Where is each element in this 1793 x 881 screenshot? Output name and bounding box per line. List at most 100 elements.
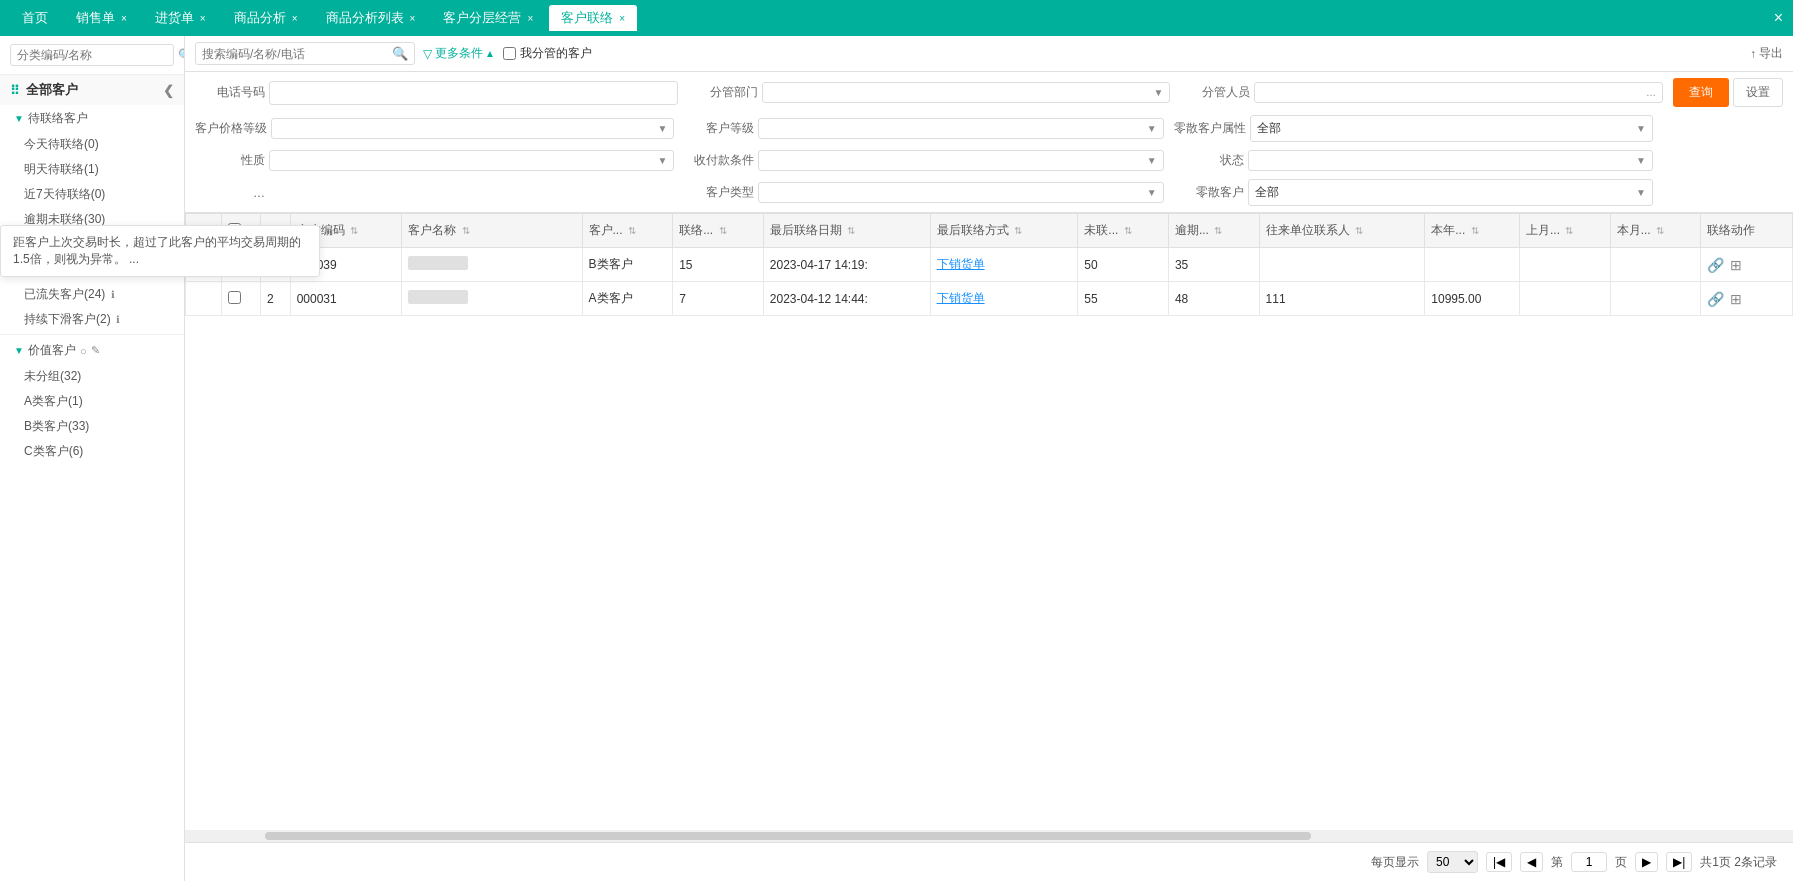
filter-price-select[interactable]: ▼ <box>271 118 674 139</box>
edit-value-group-icon[interactable]: ○ <box>80 345 87 357</box>
prev-page-btn[interactable]: ◀ <box>1520 852 1543 872</box>
sidebar-group-pending[interactable]: ▼ 待联络客户 <box>0 105 184 132</box>
next-page-btn[interactable]: ▶ <box>1635 852 1658 872</box>
close-analysis-icon[interactable]: × <box>292 13 298 24</box>
close-purchase-icon[interactable]: × <box>200 13 206 24</box>
sidebar-item-c-class[interactable]: C类客户(6) <box>0 439 184 464</box>
query-button[interactable]: 查询 <box>1673 78 1729 107</box>
action-grid-icon-2[interactable]: ⊞ <box>1730 291 1742 307</box>
close-customer-contact-icon[interactable]: × <box>619 13 625 24</box>
sidebar-item-unsorted[interactable]: 未分组(32) <box>0 364 184 389</box>
filter-dept-select[interactable]: ▼ <box>762 82 1171 103</box>
cell-code-2: 000031 <box>290 282 402 316</box>
sort-type-icon[interactable]: ⇅ <box>628 225 636 236</box>
sort-contact-icon[interactable]: ⇅ <box>719 225 727 236</box>
sort-name-icon[interactable]: ⇅ <box>462 225 470 236</box>
action-grid-icon-1[interactable]: ⊞ <box>1730 257 1742 273</box>
tab-sales[interactable]: 销售单 × <box>64 5 139 31</box>
first-page-btn[interactable]: |◀ <box>1486 852 1512 872</box>
tab-analysis[interactable]: 商品分析 × <box>222 5 310 31</box>
add-value-group-icon[interactable]: ✎ <box>91 344 100 357</box>
sort-last-method-icon[interactable]: ⇅ <box>1014 225 1022 236</box>
filter-retail-attr-select[interactable]: 全部 ▼ <box>1250 115 1653 142</box>
sort-last-date-icon[interactable]: ⇅ <box>847 225 855 236</box>
sidebar-item-today[interactable]: 今天待联络(0) <box>0 132 184 157</box>
last-page-btn[interactable]: ▶| <box>1666 852 1692 872</box>
sort-code-icon[interactable]: ⇅ <box>350 225 358 236</box>
sort-this-month-icon[interactable]: ⇅ <box>1656 225 1664 236</box>
filter-payment-select[interactable]: ▼ <box>758 150 1163 171</box>
sidebar-item-declining[interactable]: 持续下滑客户(2) ℹ <box>0 307 184 332</box>
sidebar-search-input[interactable] <box>10 44 174 66</box>
sidebar-group-value[interactable]: ▼ 价值客户 ○ ✎ <box>0 337 184 364</box>
col-last-method[interactable]: 最后联络方式 ⇅ <box>930 214 1078 248</box>
col-last-month[interactable]: 上月... ⇅ <box>1519 214 1610 248</box>
col-overdue[interactable]: 逾期... ⇅ <box>1168 214 1259 248</box>
filter-search-icon[interactable]: 🔍 <box>392 46 408 61</box>
filter-manager-select[interactable]: … <box>1254 82 1663 103</box>
cell-last-method-1[interactable]: 下销货单 <box>930 248 1078 282</box>
scrollbar-thumb[interactable] <box>265 832 1310 840</box>
filter-phone: 电话号码 <box>195 81 678 105</box>
tab-home[interactable]: 首页 <box>10 5 60 31</box>
sort-unpaid-icon[interactable]: ⇅ <box>1124 225 1132 236</box>
col-last-date[interactable]: 最后联络日期 ⇅ <box>763 214 930 248</box>
action-link-icon-2[interactable]: 🔗 <box>1707 291 1724 307</box>
filter-search-box: 🔍 <box>195 42 415 65</box>
row2-checkbox[interactable] <box>228 291 241 304</box>
tab-customer-contact[interactable]: 客户联络 × <box>549 5 637 31</box>
chevron-price-icon: ▼ <box>657 123 667 134</box>
horizontal-scrollbar[interactable] <box>185 830 1793 842</box>
filter-phone-input[interactable] <box>269 81 678 105</box>
col-this-year[interactable]: 本年... ⇅ <box>1425 214 1520 248</box>
more-conditions-btn[interactable]: ▽ 更多条件 ▲ <box>423 45 495 62</box>
filter-cust-type-select[interactable]: ▼ <box>758 182 1163 203</box>
filter-dots-label: … <box>195 186 265 200</box>
sidebar-search-icon[interactable]: 🔍 <box>178 48 185 62</box>
last-method-link-1[interactable]: 下销货单 <box>937 257 985 271</box>
sort-past-contact-icon[interactable]: ⇅ <box>1355 225 1363 236</box>
action-link-icon-1[interactable]: 🔗 <box>1707 257 1724 273</box>
col-type[interactable]: 客户... ⇅ <box>582 214 673 248</box>
tooltip-more-btn[interactable]: ... <box>129 252 139 266</box>
filter-search-input[interactable] <box>202 47 392 61</box>
col-this-month[interactable]: 本月... ⇅ <box>1610 214 1701 248</box>
filter-status-select[interactable]: ▼ <box>1248 150 1653 171</box>
sort-this-year-icon[interactable]: ⇅ <box>1471 225 1479 236</box>
filter-gender-select[interactable]: ▼ <box>269 150 674 171</box>
cell-last-method-2[interactable]: 下销货单 <box>930 282 1078 316</box>
filter-retail-cust-select[interactable]: 全部 ▼ <box>1248 179 1653 206</box>
settings-button[interactable]: 设置 <box>1733 78 1783 107</box>
tab-customer-mgmt[interactable]: 客户分层经营 × <box>431 5 545 31</box>
sort-last-month-icon[interactable]: ⇅ <box>1565 225 1573 236</box>
info-icon-declining[interactable]: ℹ <box>116 314 120 325</box>
app-close-button[interactable]: × <box>1774 9 1783 27</box>
sidebar-item-b-class[interactable]: B类客户(33) <box>0 414 184 439</box>
collapse-sidebar-icon[interactable]: ❮ <box>163 83 174 98</box>
grid-icon: ⠿ <box>10 83 20 98</box>
col-name[interactable]: 客户名称 ⇅ <box>402 214 582 248</box>
col-contact[interactable]: 联络... ⇅ <box>673 214 764 248</box>
export-button[interactable]: ↑ 导出 <box>1750 45 1783 62</box>
close-customer-mgmt-icon[interactable]: × <box>527 13 533 24</box>
chevron-dept-icon: ▼ <box>1153 87 1163 98</box>
page-input[interactable] <box>1571 852 1607 872</box>
close-analysis-list-icon[interactable]: × <box>410 13 416 24</box>
col-unpaid[interactable]: 未联... ⇅ <box>1078 214 1169 248</box>
tab-purchase[interactable]: 进货单 × <box>143 5 218 31</box>
cell-checkbox-2[interactable] <box>222 282 261 316</box>
per-page-select[interactable]: 50 20 100 <box>1427 851 1478 873</box>
filter-cust-level-select[interactable]: ▼ <box>758 118 1163 139</box>
sidebar-item-a-class[interactable]: A类客户(1) <box>0 389 184 414</box>
sort-overdue-icon[interactable]: ⇅ <box>1214 225 1222 236</box>
tab-analysis-list[interactable]: 商品分析列表 × <box>314 5 428 31</box>
close-sales-icon[interactable]: × <box>121 13 127 24</box>
my-customer-checkbox[interactable] <box>503 47 516 60</box>
sidebar-item-tomorrow[interactable]: 明天待联络(1) <box>0 157 184 182</box>
sidebar-item-lost[interactable]: 已流失客户(24) ℹ <box>0 282 184 307</box>
col-past-contact[interactable]: 往来单位联系人 ⇅ <box>1259 214 1425 248</box>
sidebar-item-near7[interactable]: 近7天待联络(0) <box>0 182 184 207</box>
last-method-link-2[interactable]: 下销货单 <box>937 291 985 305</box>
top-nav: 首页 销售单 × 进货单 × 商品分析 × 商品分析列表 × 客户分层经营 × … <box>0 0 1793 36</box>
info-icon-lost2[interactable]: ℹ <box>111 289 115 300</box>
